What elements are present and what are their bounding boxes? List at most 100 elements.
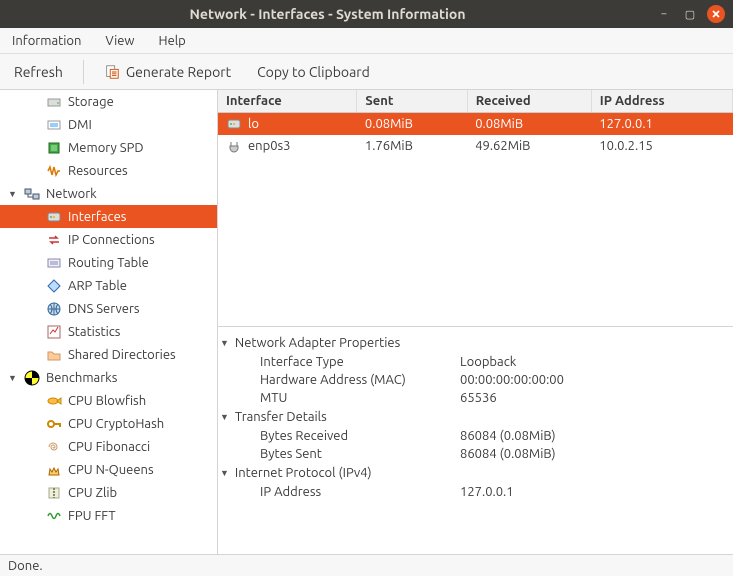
network-icon: [24, 186, 40, 202]
sidebar-item-benchmarks[interactable]: ▼ Benchmarks: [0, 366, 217, 389]
sidebar-item-memory-spd[interactable]: Memory SPD: [0, 136, 217, 159]
property-group-header[interactable]: ▼Transfer Details: [220, 407, 731, 427]
property-row: IP Address127.0.0.1: [220, 483, 731, 501]
close-button[interactable]: [707, 5, 725, 23]
sidebar-item-label: ARP Table: [68, 279, 127, 293]
col-received[interactable]: Received: [467, 90, 591, 113]
property-row: Hardware Address (MAC)00:00:00:00:00:00: [220, 371, 731, 389]
key-icon: [46, 416, 62, 432]
table-row[interactable]: lo0.08MiB0.08MiB127.0.0.1: [218, 113, 733, 136]
sidebar-item-shared-directories[interactable]: Shared Directories: [0, 343, 217, 366]
sidebar-item-label: IP Connections: [68, 233, 155, 247]
sidebar-item-label: Resources: [68, 164, 128, 178]
sidebar-item-cpu-zlib[interactable]: CPU Zlib: [0, 481, 217, 504]
toolbar-separator: [83, 60, 84, 84]
sidebar-item-cpu-blowfish[interactable]: CPU Blowfish: [0, 389, 217, 412]
sidebar-item-label: Memory SPD: [68, 141, 144, 155]
route-icon: [46, 255, 62, 271]
stats-icon: [46, 324, 62, 340]
sidebar-item-label: Routing Table: [68, 256, 149, 270]
sidebar-item-dns-servers[interactable]: DNS Servers: [0, 297, 217, 320]
col-interface[interactable]: Interface: [218, 90, 357, 113]
disclosure-triangle-icon: ▼: [220, 468, 229, 478]
sidebar-item-label: Shared Directories: [68, 348, 176, 362]
sidebar-item-cpu-n-queens[interactable]: CPU N-Queens: [0, 458, 217, 481]
refresh-button[interactable]: Refresh: [8, 60, 69, 84]
nic-icon: [226, 116, 242, 132]
arrows-icon: [46, 232, 62, 248]
sidebar-item-label: Interfaces: [68, 210, 126, 224]
sidebar[interactable]: Storage DMI Memory SPD Resources ▼ Network Int…: [0, 90, 218, 554]
sidebar-item-label: Network: [46, 187, 97, 201]
sidebar-item-ip-connections[interactable]: IP Connections: [0, 228, 217, 251]
sidebar-item-storage[interactable]: Storage: [0, 90, 217, 113]
sidebar-item-arp-table[interactable]: ARP Table: [0, 274, 217, 297]
folder-icon: [46, 347, 62, 363]
statusbar: Done.: [0, 554, 733, 576]
property-row: Bytes Received86084 (0.08MiB): [220, 427, 731, 445]
status-text: Done.: [8, 559, 43, 573]
interface-table-wrap[interactable]: Interface Sent Received IP Address lo0.0…: [218, 90, 733, 327]
chip-icon: [46, 140, 62, 156]
arp-icon: [46, 278, 62, 294]
property-row: Interface TypeLoopback: [220, 353, 731, 371]
sidebar-item-label: CPU Blowfish: [68, 394, 146, 408]
content: Storage DMI Memory SPD Resources ▼ Network Int…: [0, 90, 733, 554]
toolbar: Refresh Generate Report Copy to Clipboar…: [0, 54, 733, 90]
globe-icon: [46, 301, 62, 317]
expander-icon: ▼: [8, 373, 18, 383]
menubar: Information View Help: [0, 28, 733, 54]
sidebar-item-label: CPU Fibonacci: [68, 440, 150, 454]
maximize-button[interactable]: ▢: [681, 5, 699, 23]
col-sent[interactable]: Sent: [357, 90, 467, 113]
sidebar-item-routing-table[interactable]: Routing Table: [0, 251, 217, 274]
menu-view[interactable]: View: [101, 32, 138, 50]
report-icon: [104, 64, 120, 80]
queen-icon: [46, 462, 62, 478]
spiral-icon: [46, 439, 62, 455]
copy-clipboard-button[interactable]: Copy to Clipboard: [251, 60, 376, 84]
fish-icon: [46, 393, 62, 409]
sidebar-item-label: Benchmarks: [46, 371, 117, 385]
menu-information[interactable]: Information: [8, 32, 85, 50]
sidebar-item-label: CPU CryptoHash: [68, 417, 164, 431]
properties-pane[interactable]: ▼Network Adapter PropertiesInterface Typ…: [218, 327, 733, 554]
titlebar: Network - Interfaces - System Informatio…: [0, 0, 733, 28]
expander-icon: ▼: [8, 189, 18, 199]
main-pane: Interface Sent Received IP Address lo0.0…: [218, 90, 733, 554]
sidebar-item-label: CPU N-Queens: [68, 463, 154, 477]
sidebar-item-label: Storage: [68, 95, 114, 109]
property-group-header[interactable]: ▼Network Adapter Properties: [220, 333, 731, 353]
nic-icon: [46, 209, 62, 225]
minimize-button[interactable]: −: [655, 5, 673, 23]
sidebar-item-fpu-fft[interactable]: FPU FFT: [0, 504, 217, 527]
drive-icon: [46, 94, 62, 110]
sidebar-item-cpu-fibonacci[interactable]: CPU Fibonacci: [0, 435, 217, 458]
disclosure-triangle-icon: ▼: [220, 412, 229, 422]
property-row: Bytes Sent86084 (0.08MiB): [220, 445, 731, 463]
sidebar-item-interfaces[interactable]: Interfaces: [0, 205, 217, 228]
wave-icon: [46, 508, 62, 524]
property-group-header[interactable]: ▼Internet Protocol (IPv4): [220, 463, 731, 483]
nic-icon: [226, 138, 242, 154]
property-row: MTU65536: [220, 389, 731, 407]
sidebar-item-label: FPU FFT: [68, 509, 116, 523]
res-icon: [46, 163, 62, 179]
table-row[interactable]: enp0s31.76MiB49.62MiB10.0.2.15: [218, 135, 733, 157]
disclosure-triangle-icon: ▼: [220, 338, 229, 348]
zip-icon: [46, 485, 62, 501]
sidebar-item-network[interactable]: ▼ Network: [0, 182, 217, 205]
menu-help[interactable]: Help: [155, 32, 190, 50]
sidebar-item-label: Statistics: [68, 325, 120, 339]
sidebar-item-resources[interactable]: Resources: [0, 159, 217, 182]
sidebar-item-label: DMI: [68, 118, 92, 132]
col-ip[interactable]: IP Address: [591, 90, 732, 113]
bench-icon: [24, 370, 40, 386]
sidebar-item-dmi[interactable]: DMI: [0, 113, 217, 136]
sidebar-item-label: DNS Servers: [68, 302, 140, 316]
interface-table: Interface Sent Received IP Address lo0.0…: [218, 90, 733, 157]
sidebar-item-cpu-cryptohash[interactable]: CPU CryptoHash: [0, 412, 217, 435]
sidebar-item-statistics[interactable]: Statistics: [0, 320, 217, 343]
sidebar-item-label: CPU Zlib: [68, 486, 117, 500]
generate-report-button[interactable]: Generate Report: [98, 60, 237, 84]
